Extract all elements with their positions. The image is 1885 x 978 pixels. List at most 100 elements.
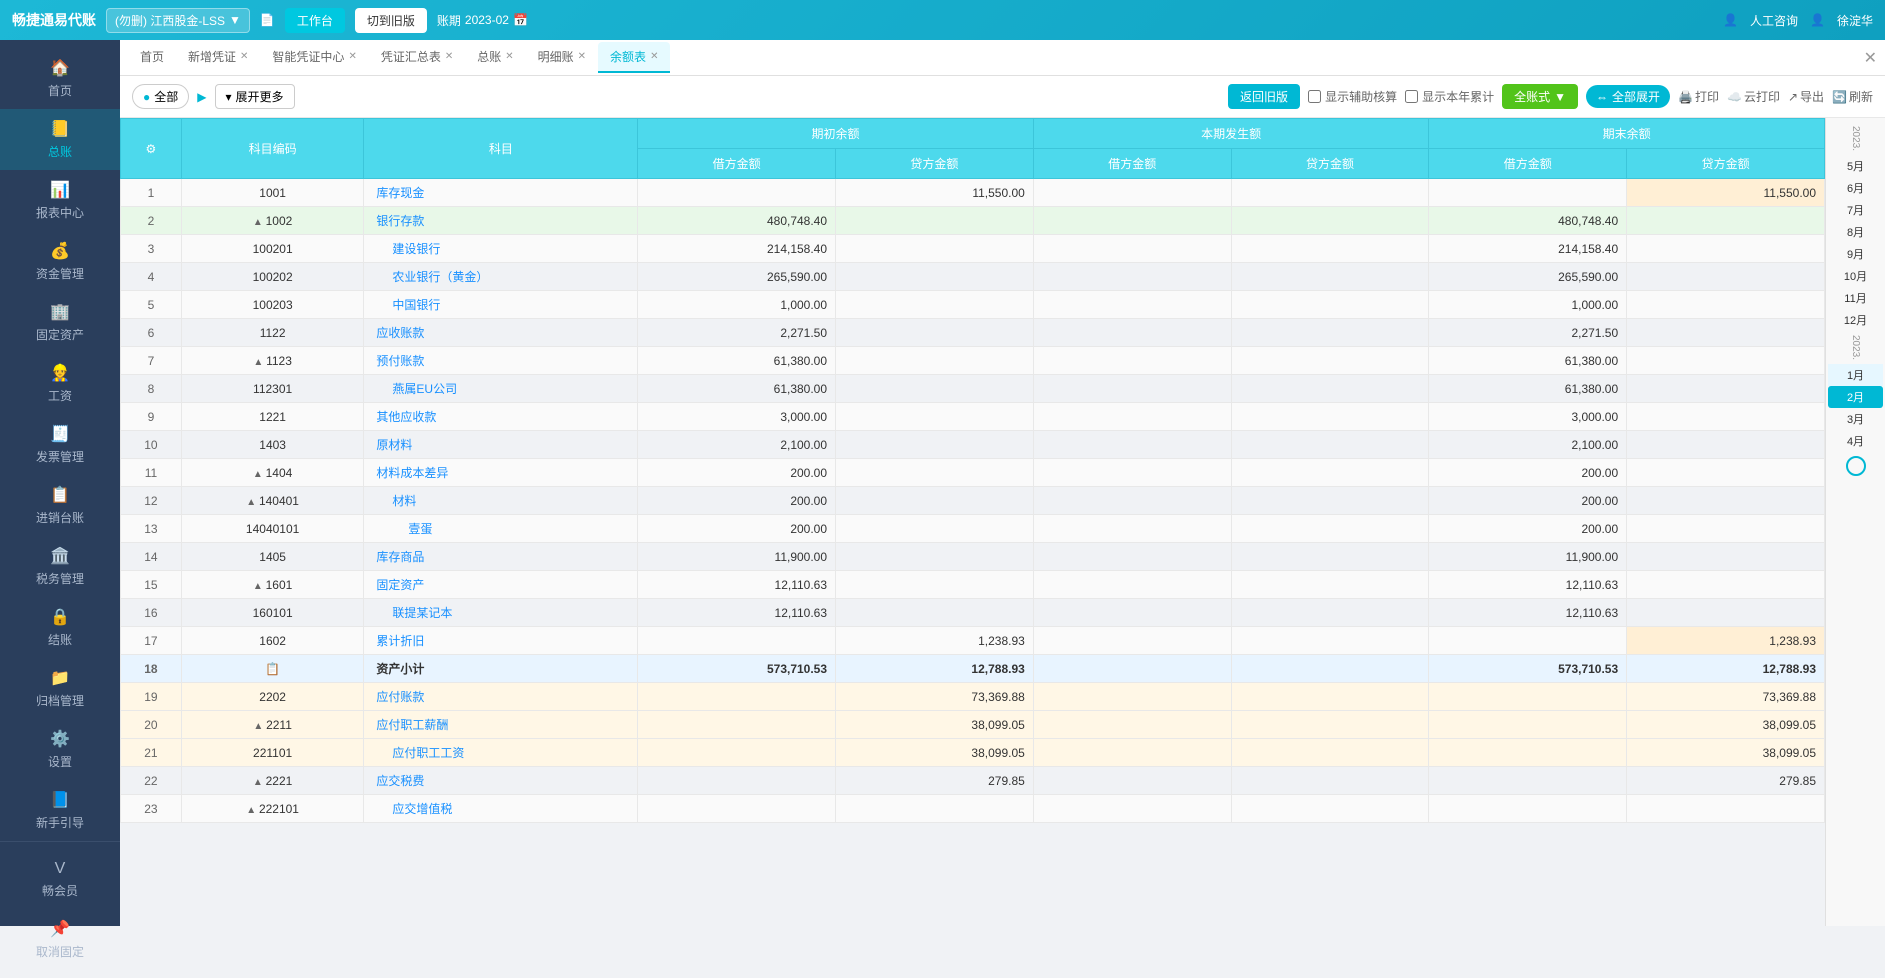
row-name[interactable]: 累计折旧 bbox=[364, 627, 638, 655]
row-name[interactable]: 应付职工薪酬 bbox=[364, 711, 638, 739]
tab-detail-ledger-close[interactable]: ✕ bbox=[578, 51, 586, 62]
annual-checkbox-input[interactable] bbox=[1405, 90, 1418, 103]
sidebar-item-funds[interactable]: 💰 资金管理 bbox=[0, 231, 120, 292]
table-row[interactable]: 11▲ 1404材料成本差异200.00200.00 bbox=[121, 459, 1825, 487]
table-row[interactable]: 1314040101壹蛋200.00200.00 bbox=[121, 515, 1825, 543]
row-name[interactable]: 材料成本差异 bbox=[364, 459, 638, 487]
sidebar-item-payroll[interactable]: 👷 工资 bbox=[0, 353, 120, 414]
tab-new-voucher-close[interactable]: ✕ bbox=[240, 51, 248, 62]
row-name[interactable]: 其他应收款 bbox=[364, 403, 638, 431]
sidebar-item-unpin[interactable]: 📌 取消固定 bbox=[0, 909, 120, 970]
table-row[interactable]: 23▲ 222101应交增值税 bbox=[121, 795, 1825, 823]
month-3[interactable]: 3月 bbox=[1828, 408, 1883, 430]
row-name[interactable]: 材料 bbox=[364, 487, 638, 515]
row-name[interactable]: 燕属EU公司 bbox=[364, 375, 638, 403]
account-name-link[interactable]: 应交增值税 bbox=[392, 802, 452, 816]
account-name-link[interactable]: 应收账款 bbox=[376, 326, 424, 340]
table-row[interactable]: 8112301燕属EU公司61,380.0061,380.00 bbox=[121, 375, 1825, 403]
refresh-button[interactable]: 🔄 刷新 bbox=[1832, 88, 1873, 105]
row-name[interactable]: 联提某记本 bbox=[364, 599, 638, 627]
account-name-link[interactable]: 库存商品 bbox=[376, 550, 424, 564]
filter-arrow-icon[interactable]: ▶ bbox=[197, 90, 206, 104]
row-name[interactable]: 农业银行（黄金） bbox=[364, 263, 638, 291]
row-name[interactable]: 银行存款 bbox=[364, 207, 638, 235]
row-name[interactable]: 壹蛋 bbox=[364, 515, 638, 543]
workbench-button[interactable]: 工作台 bbox=[285, 8, 345, 33]
account-name-link[interactable]: 累计折旧 bbox=[376, 634, 424, 648]
table-row[interactable]: 61122应收账款2,271.502,271.50 bbox=[121, 319, 1825, 347]
table-row[interactable]: 15▲ 1601固定资产12,110.6312,110.63 bbox=[121, 571, 1825, 599]
month-9[interactable]: 9月 bbox=[1828, 243, 1883, 265]
month-1[interactable]: 1月 bbox=[1828, 364, 1883, 386]
account-name-link[interactable]: 应付职工工资 bbox=[392, 746, 464, 760]
sidebar-item-tax[interactable]: 🏛️ 税务管理 bbox=[0, 536, 120, 597]
row-name[interactable]: 预付账款 bbox=[364, 347, 638, 375]
account-name-link[interactable]: 应付账款 bbox=[376, 690, 424, 704]
table-row[interactable]: 11001库存现金11,550.0011,550.00 bbox=[121, 179, 1825, 207]
account-name-link[interactable]: 联提某记本 bbox=[392, 606, 452, 620]
doc-icon[interactable]: 📄 bbox=[260, 13, 275, 27]
table-row[interactable]: 4100202农业银行（黄金）265,590.00265,590.00 bbox=[121, 263, 1825, 291]
month-7[interactable]: 7月 bbox=[1828, 199, 1883, 221]
month-6[interactable]: 6月 bbox=[1828, 177, 1883, 199]
account-name-link[interactable]: 建设银行 bbox=[392, 242, 440, 256]
table-row[interactable]: 7▲ 1123预付账款61,380.0061,380.00 bbox=[121, 347, 1825, 375]
sidebar-item-ledger[interactable]: 📒 总账 bbox=[0, 109, 120, 170]
user-label[interactable]: 徐淀华 bbox=[1837, 12, 1873, 29]
tab-detail-ledger[interactable]: 明细账 ✕ bbox=[526, 42, 598, 73]
export-button[interactable]: ↗ 导出 bbox=[1788, 88, 1824, 105]
row-name[interactable]: 应交税费 bbox=[364, 767, 638, 795]
row-name[interactable]: 应付职工工资 bbox=[364, 739, 638, 767]
table-row[interactable]: 2▲ 1002银行存款480,748.40480,748.40 bbox=[121, 207, 1825, 235]
tab-balance-close[interactable]: ✕ bbox=[650, 51, 658, 62]
sidebar-item-home[interactable]: 🏠 首页 bbox=[0, 48, 120, 109]
month-8[interactable]: 8月 bbox=[1828, 221, 1883, 243]
sidebar-item-invoice[interactable]: 🧾 发票管理 bbox=[0, 414, 120, 475]
tab-voucher-summary-close[interactable]: ✕ bbox=[445, 51, 453, 62]
account-name-link[interactable]: 材料 bbox=[392, 494, 416, 508]
month-5[interactable]: 5月 bbox=[1828, 155, 1883, 177]
account-name-link[interactable]: 固定资产 bbox=[376, 578, 424, 592]
account-name-link[interactable]: 燕属EU公司 bbox=[392, 382, 457, 396]
tab-new-voucher[interactable]: 新增凭证 ✕ bbox=[176, 42, 260, 73]
return-button[interactable]: 返回旧版 bbox=[1228, 84, 1300, 109]
period-circle[interactable] bbox=[1846, 456, 1866, 476]
row-name[interactable]: 应付账款 bbox=[364, 683, 638, 711]
auxiliary-checkbox-input[interactable] bbox=[1308, 90, 1321, 103]
table-row[interactable]: 18📋资产小计573,710.5312,788.93573,710.5312,7… bbox=[121, 655, 1825, 683]
filter-all-button[interactable]: ● 全部 bbox=[132, 84, 189, 109]
table-row[interactable]: 21221101应付职工工资38,099.0538,099.05 bbox=[121, 739, 1825, 767]
month-12[interactable]: 12月 bbox=[1828, 309, 1883, 331]
account-name-link[interactable]: 材料成本差异 bbox=[376, 466, 448, 480]
auxiliary-checkbox[interactable]: 显示辅助核算 bbox=[1308, 88, 1397, 105]
row-name[interactable]: 中国银行 bbox=[364, 291, 638, 319]
account-name-link[interactable]: 其他应收款 bbox=[376, 410, 436, 424]
service-label[interactable]: 人工咨询 bbox=[1750, 12, 1798, 29]
table-row[interactable]: 171602累计折旧1,238.931,238.93 bbox=[121, 627, 1825, 655]
table-row[interactable]: 192202应付账款73,369.8873,369.88 bbox=[121, 683, 1825, 711]
sidebar-item-settings[interactable]: ⚙️ 设置 bbox=[0, 719, 120, 780]
account-name-link[interactable]: 应交税费 bbox=[376, 774, 424, 788]
account-name-link[interactable]: 农业银行（黄金） bbox=[392, 270, 488, 284]
toggle-expand-button[interactable]: ⇔ 全部展开 bbox=[1586, 85, 1670, 108]
tab-general-ledger[interactable]: 总账 ✕ bbox=[465, 42, 525, 73]
settings-col-icon[interactable]: ⚙ bbox=[146, 142, 157, 156]
tab-smart-voucher-close[interactable]: ✕ bbox=[348, 51, 356, 62]
switch-version-button[interactable]: 切到旧版 bbox=[355, 8, 427, 33]
row-name[interactable]: 库存现金 bbox=[364, 179, 638, 207]
table-row[interactable]: 5100203中国银行1,000.001,000.00 bbox=[121, 291, 1825, 319]
calendar-icon[interactable]: 📅 bbox=[513, 13, 528, 27]
expand-button[interactable]: ▾ 展开更多 bbox=[215, 84, 295, 109]
account-name-link[interactable]: 库存现金 bbox=[376, 186, 424, 200]
account-name-link[interactable]: 中国银行 bbox=[392, 298, 440, 312]
sidebar-item-archive[interactable]: 📁 归档管理 bbox=[0, 658, 120, 719]
month-11[interactable]: 11月 bbox=[1828, 287, 1883, 309]
row-name[interactable]: 库存商品 bbox=[364, 543, 638, 571]
account-name-link[interactable]: 应付职工薪酬 bbox=[376, 718, 448, 732]
month-4[interactable]: 4月 bbox=[1828, 430, 1883, 452]
table-row[interactable]: 20▲ 2211应付职工薪酬38,099.0538,099.05 bbox=[121, 711, 1825, 739]
print-button[interactable]: 🖨️ 打印 bbox=[1678, 88, 1719, 105]
table-row[interactable]: 141405库存商品11,900.0011,900.00 bbox=[121, 543, 1825, 571]
row-name[interactable]: 应收账款 bbox=[364, 319, 638, 347]
table-row[interactable]: 22▲ 2221应交税费279.85279.85 bbox=[121, 767, 1825, 795]
